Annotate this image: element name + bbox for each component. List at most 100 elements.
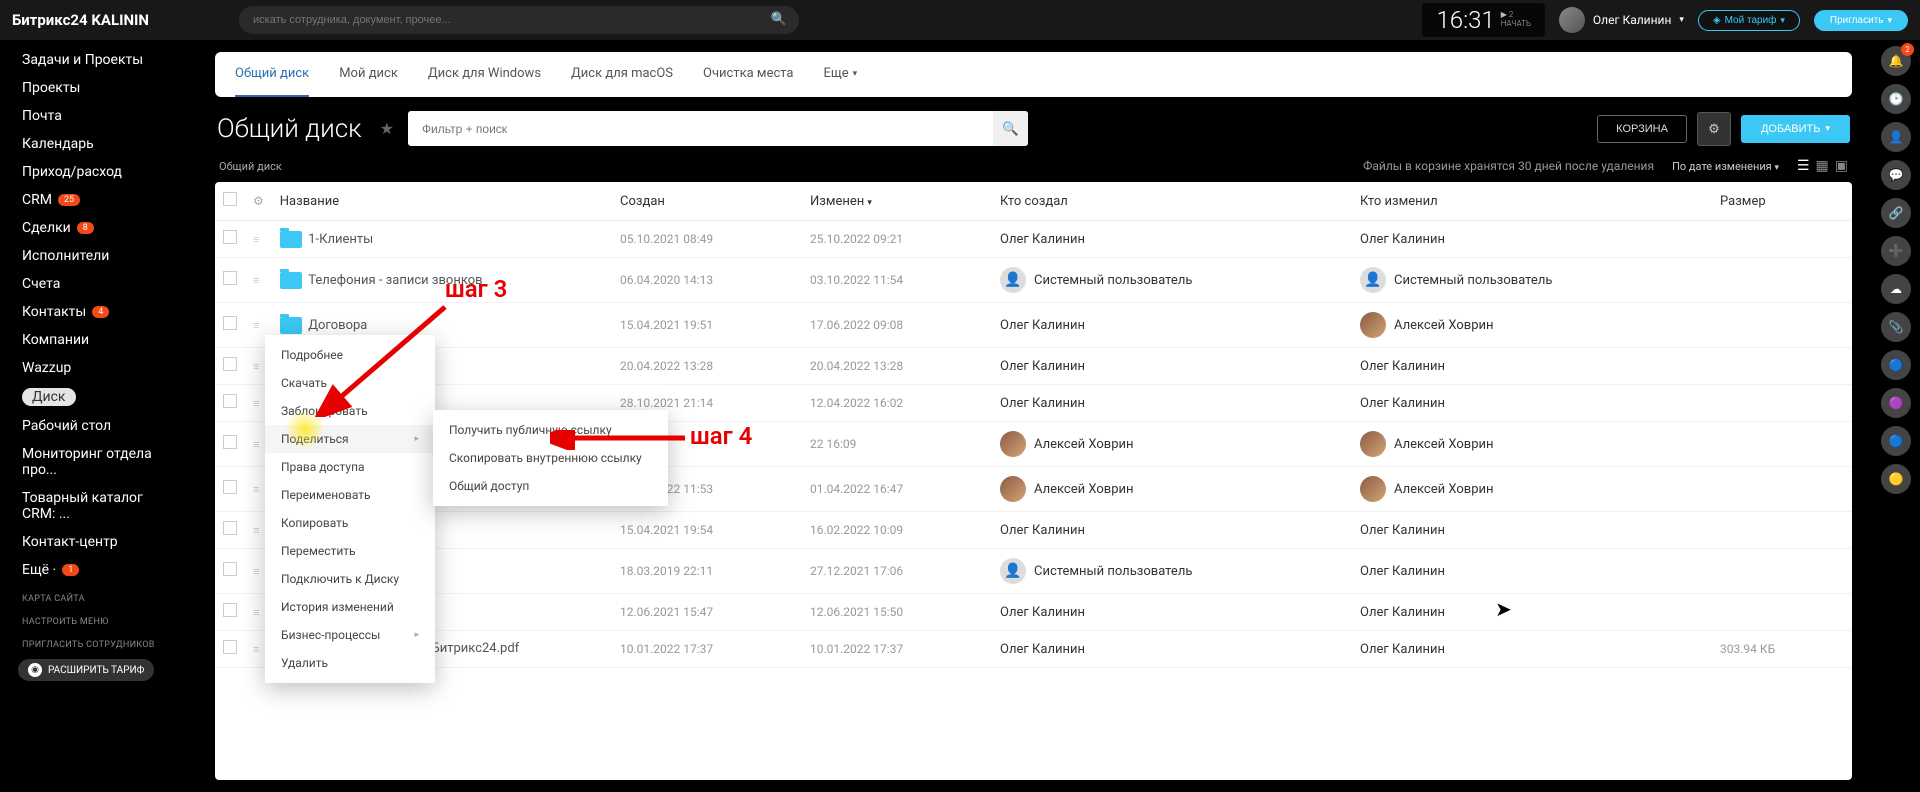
file-name[interactable]: 1-Клиенты	[272, 221, 612, 258]
drag-handle-icon[interactable]: ≡	[253, 319, 259, 332]
rail-icon[interactable]: 🔗	[1881, 198, 1911, 228]
table-row[interactable]: ≡ 12.06.2021 15:4712.06.2021 15:50Олег К…	[215, 594, 1852, 631]
context-menu-item[interactable]: Права доступа	[265, 453, 435, 481]
rail-icon[interactable]: 🔔	[1881, 46, 1911, 76]
sidebar-item[interactable]: CRM25	[0, 186, 195, 214]
sidebar-item[interactable]: Задачи и Проекты	[0, 46, 195, 74]
sidebar-footer-link[interactable]: ПРИГЛАСИТЬ СОТРУДНИКОВ	[0, 630, 195, 653]
sidebar-item[interactable]: Проекты	[0, 74, 195, 102]
rail-icon[interactable]: 🔵	[1881, 350, 1911, 380]
drag-handle-icon[interactable]: ≡	[253, 360, 259, 373]
select-all-checkbox[interactable]	[223, 192, 237, 206]
sidebar-item[interactable]: Исполнители	[0, 242, 195, 270]
rail-icon[interactable]: ☁	[1881, 274, 1911, 304]
sidebar-item[interactable]: Товарный каталог CRM: ...	[0, 484, 195, 528]
search-input[interactable]	[239, 6, 799, 34]
sidebar-footer-link[interactable]: КАРТА САЙТА	[0, 584, 195, 607]
sidebar-item[interactable]: Компании	[0, 326, 195, 354]
table-row[interactable]: ≡ 1-Клиенты05.10.2021 08:4925.10.2022 09…	[215, 221, 1852, 258]
row-checkbox[interactable]	[223, 435, 237, 449]
tab[interactable]: Мой диск	[339, 52, 398, 97]
drag-handle-icon[interactable]: ≡	[253, 524, 259, 537]
sort-dropdown[interactable]: По дате изменения ▾	[1672, 160, 1779, 173]
sidebar-item[interactable]: Приход/расход	[0, 158, 195, 186]
rail-icon[interactable]: 🕑	[1881, 84, 1911, 114]
context-submenu-item[interactable]: Скопировать внутреннюю ссылку	[433, 444, 668, 472]
rail-icon[interactable]: ➕	[1881, 236, 1911, 266]
row-checkbox[interactable]	[223, 562, 237, 576]
expand-tariff-button[interactable]: ◉РАСШИРИТЬ ТАРИФ	[18, 659, 154, 681]
sidebar-footer-link[interactable]: НАСТРОИТЬ МЕНЮ	[0, 607, 195, 630]
star-icon[interactable]: ★	[380, 119, 394, 138]
tab[interactable]: Общий диск	[235, 52, 309, 97]
sidebar-item[interactable]: Контакты4	[0, 298, 195, 326]
trash-button[interactable]: КОРЗИНА	[1597, 115, 1687, 143]
context-submenu-item[interactable]: Получить публичную ссылку	[433, 416, 668, 444]
list-view-icon[interactable]: ☰	[1797, 158, 1810, 174]
drag-handle-icon[interactable]: ≡	[253, 606, 259, 619]
row-checkbox[interactable]	[223, 271, 237, 285]
context-menu-item[interactable]: Удалить	[265, 649, 435, 677]
sidebar-item[interactable]: Счета	[0, 270, 195, 298]
filter-input[interactable]	[408, 111, 1028, 146]
gear-icon[interactable]: ⚙	[253, 194, 264, 208]
tab[interactable]: Еще▾	[824, 52, 858, 97]
drag-handle-icon[interactable]: ≡	[253, 438, 259, 451]
table-row[interactable]: ≡ 15.04.2021 19:5416.02.2022 10:09Олег К…	[215, 512, 1852, 549]
rail-icon[interactable]: 🔵	[1881, 426, 1911, 456]
rail-icon[interactable]: 👤	[1881, 122, 1911, 152]
settings-button[interactable]: ⚙	[1697, 112, 1731, 146]
tile-view-icon[interactable]: ▣	[1835, 158, 1848, 174]
rail-icon[interactable]: 💬	[1881, 160, 1911, 190]
tariff-button[interactable]: ◈ Мой тариф ▾	[1698, 10, 1800, 31]
rail-icon[interactable]: 🟣	[1881, 388, 1911, 418]
col-name[interactable]: Название	[272, 182, 612, 221]
context-submenu-item[interactable]: Общий доступ	[433, 472, 668, 500]
context-menu-item[interactable]: Заблокировать	[265, 397, 435, 425]
invite-button[interactable]: Пригласить ▾	[1814, 10, 1908, 31]
context-menu-item[interactable]: Скачать	[265, 369, 435, 397]
current-user[interactable]: Олег Калинин ▾	[1559, 7, 1684, 33]
row-checkbox[interactable]	[223, 394, 237, 408]
sidebar-item[interactable]: Контакт-центр	[0, 528, 195, 556]
tab[interactable]: Диск для Windows	[428, 52, 541, 97]
sidebar-item[interactable]: Рабочий стол	[0, 412, 195, 440]
row-checkbox[interactable]	[223, 521, 237, 535]
context-menu-item[interactable]: Подключить к Диску	[265, 565, 435, 593]
context-menu-item[interactable]: Поделиться▸	[265, 425, 435, 453]
drag-handle-icon[interactable]: ≡	[253, 483, 259, 496]
col-created[interactable]: Создан	[612, 182, 802, 221]
table-row[interactable]: ≡ Телефония - записи звонков06.04.2020 1…	[215, 258, 1852, 303]
breadcrumb[interactable]: Общий диск	[219, 160, 282, 173]
filter-search-button[interactable]: 🔍	[993, 111, 1028, 146]
file-name[interactable]: Телефония - записи звонков	[272, 258, 612, 303]
col-modifier[interactable]: Кто изменил	[1352, 182, 1712, 221]
sidebar-item[interactable]: Ещё ·1	[0, 556, 195, 584]
context-menu-item[interactable]: Переместить	[265, 537, 435, 565]
table-row[interactable]: ≡ 20.04.2022 13:2820.04.2022 13:28Олег К…	[215, 348, 1852, 385]
grid-view-icon[interactable]: ▦	[1816, 158, 1829, 174]
rail-icon[interactable]: 🟡	[1881, 464, 1911, 494]
global-search[interactable]: 🔍	[239, 6, 799, 34]
col-size[interactable]: Размер	[1712, 182, 1852, 221]
table-row[interactable]: ≡PDF Сравнение тарифов Битрикс24.pdf10.0…	[215, 631, 1852, 668]
row-checkbox[interactable]	[223, 480, 237, 494]
drag-handle-icon[interactable]: ≡	[253, 274, 259, 287]
context-menu-item[interactable]: Бизнес-процессы▸	[265, 621, 435, 649]
drag-handle-icon[interactable]: ≡	[253, 397, 259, 410]
context-menu-item[interactable]: Переименовать	[265, 481, 435, 509]
clock-widget[interactable]: 16:31 ▶ 2 НАЧАТЬ	[1422, 3, 1544, 37]
sidebar-item[interactable]: Мониторинг отдела про...	[0, 440, 195, 484]
col-modified[interactable]: Изменен▾	[802, 182, 992, 221]
drag-handle-icon[interactable]: ≡	[253, 233, 259, 246]
tab[interactable]: Диск для macOS	[571, 52, 673, 97]
context-menu-item[interactable]: Подробнее	[265, 341, 435, 369]
sidebar-item[interactable]: Почта	[0, 102, 195, 130]
table-row[interactable]: ≡ 18.03.2019 22:1127.12.2021 17:06👤Систе…	[215, 549, 1852, 594]
context-menu-item[interactable]: Копировать	[265, 509, 435, 537]
add-button[interactable]: ДОБАВИТЬ ▾	[1741, 115, 1850, 143]
drag-handle-icon[interactable]: ≡	[253, 643, 259, 656]
col-creator[interactable]: Кто создал	[992, 182, 1352, 221]
sidebar-item[interactable]: Сделки8	[0, 214, 195, 242]
sidebar-item[interactable]: Wazzup	[0, 354, 195, 382]
